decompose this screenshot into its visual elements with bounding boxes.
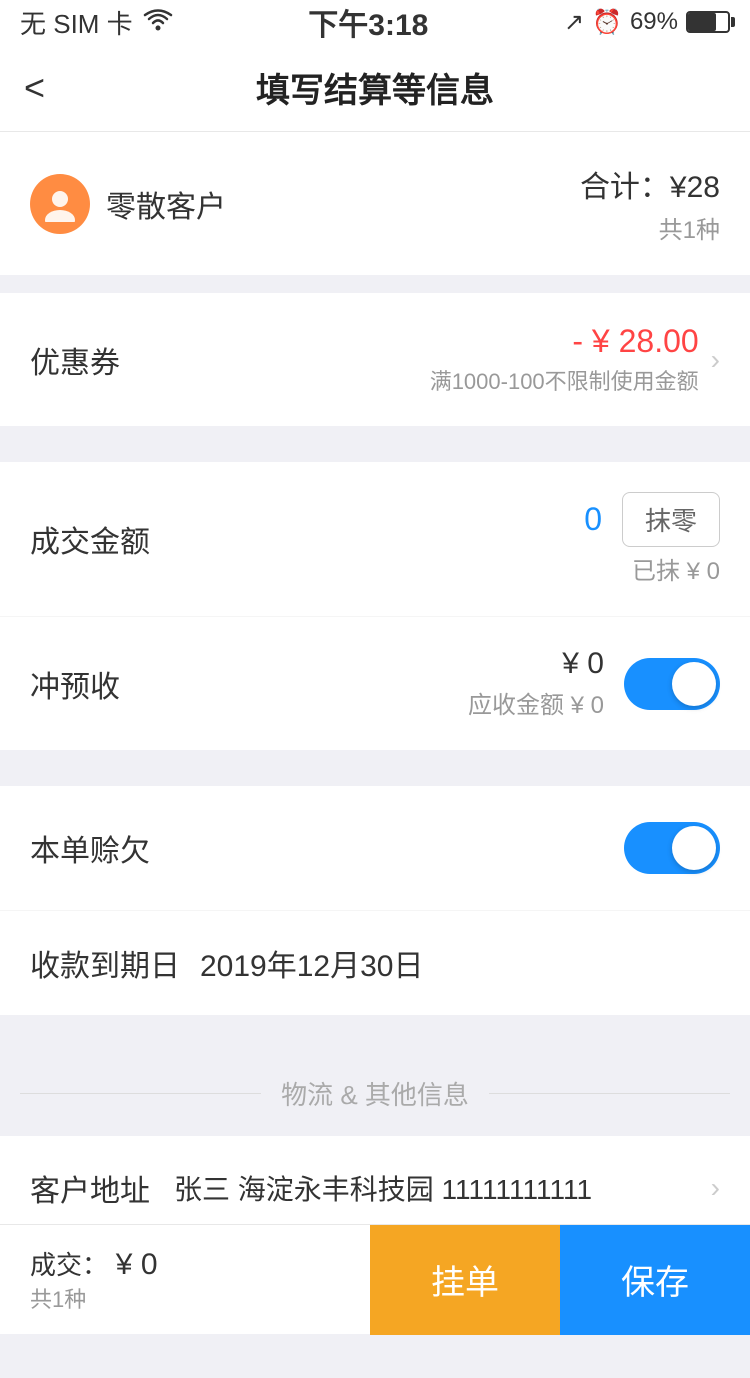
customer-name: 零散客户 [106,182,226,226]
coupon-value-area: - ¥ 28.00 满1000-100不限制使用金额 [430,323,699,396]
logistics-divider: 物流 & 其他信息 [0,1051,750,1136]
bottom-deal-row: 成交： ¥ 0 [30,1245,340,1282]
toggle-knob [672,662,716,706]
location-icon: ↗ [564,8,584,37]
status-time: 下午3:18 [308,0,428,44]
address-chevron-icon: › [711,1172,720,1204]
battery-percent: 69% [630,8,678,36]
deal-count: 共1种 [30,1282,340,1314]
transaction-value-area: 0 抹零 已抹 ¥ 0 [150,492,720,586]
round-button[interactable]: 抹零 [622,492,720,547]
coupon-chevron-icon: › [711,344,720,376]
avatar [30,174,90,234]
logistics-text: 物流 & 其他信息 [281,1075,469,1112]
coupon-label: 优惠券 [30,338,120,382]
transaction-value: 0 [584,501,602,538]
prereceive-toggle[interactable] [624,658,720,710]
coupon-desc: 满1000-100不限制使用金额 [430,364,699,396]
total-amount: 合计：¥28 [580,162,720,206]
carrier-text: 无 SIM 卡 [20,4,133,41]
prereceive-row: 冲预收 ¥ 0 应收金额 ¥ 0 [0,617,750,750]
transaction-row: 成交金额 0 抹零 已抹 ¥ 0 [0,462,750,617]
alarm-icon: ⏰ [592,8,622,37]
battery-icon [686,11,730,33]
divider-1 [0,444,750,462]
debt-section: 本单赊欠 收款到期日 2019年12月30日 [0,786,750,1015]
address-value: 张三 海淀永丰科技园 11111111111 [174,1168,699,1208]
debt-toggle-knob [672,826,716,870]
page-title: 填写结算等信息 [256,63,494,112]
status-left: 无 SIM 卡 [20,4,173,41]
prereceive-main-amount: ¥ 0 [468,647,604,681]
divider-line-right [489,1093,730,1094]
prereceive-right: ¥ 0 应收金额 ¥ 0 [468,647,720,720]
total-count: 共1种 [580,210,720,245]
customer-total: 合计：¥28 共1种 [580,162,720,245]
back-button[interactable]: < [24,67,45,109]
bottom-bar: 成交： ¥ 0 共1种 挂单 保存 [0,1224,750,1334]
coupon-row[interactable]: 优惠券 - ¥ 28.00 满1000-100不限制使用金额 › [0,293,750,426]
suspend-button[interactable]: 挂单 [370,1225,560,1335]
divider-2 [0,768,750,786]
save-button[interactable]: 保存 [560,1225,750,1335]
transaction-right: 0 抹零 [584,492,720,547]
prereceive-label: 冲预收 [30,662,120,706]
deal-label: 成交： [30,1250,108,1280]
coupon-right: - ¥ 28.00 满1000-100不限制使用金额 › [430,323,720,396]
divider-line-left [20,1093,261,1094]
coupon-section[interactable]: 优惠券 - ¥ 28.00 满1000-100不限制使用金额 › [0,293,750,426]
debt-label: 本单赊欠 [30,826,150,870]
prereceive-sub-amount: 应收金额 ¥ 0 [468,685,604,720]
coupon-discount: - ¥ 28.00 [572,323,698,360]
due-date-label: 收款到期日 [30,941,180,985]
due-date-value: 2019年12月30日 [200,941,423,985]
divider-3 [0,1033,750,1051]
customer-left: 零散客户 [30,174,226,234]
status-bar: 无 SIM 卡 下午3:18 ↗ ⏰ 69% [0,0,750,44]
transaction-sub-note: 已抹 ¥ 0 [632,551,720,586]
bottom-summary: 成交： ¥ 0 共1种 [0,1245,370,1314]
content: 零散客户 合计：¥28 共1种 优惠券 - ¥ 28.00 满1000-100不… [0,132,750,1378]
due-date-row: 收款到期日 2019年12月30日 [0,910,750,1015]
nav-bar: < 填写结算等信息 [0,44,750,132]
prereceive-amount: ¥ 0 应收金额 ¥ 0 [468,647,604,720]
customer-section: 零散客户 合计：¥28 共1种 [0,132,750,275]
debt-toggle[interactable] [624,822,720,874]
debt-row: 本单赊欠 [0,786,750,910]
status-right: ↗ ⏰ 69% [564,8,730,37]
address-label: 客户地址 [30,1166,150,1210]
transaction-label: 成交金额 [30,517,150,561]
transaction-section: 成交金额 0 抹零 已抹 ¥ 0 冲预收 ¥ 0 应收金额 ¥ 0 [0,462,750,750]
customer-row: 零散客户 合计：¥28 共1种 [0,132,750,275]
deal-amount: ¥ 0 [116,1248,158,1281]
wifi-icon [143,7,173,38]
